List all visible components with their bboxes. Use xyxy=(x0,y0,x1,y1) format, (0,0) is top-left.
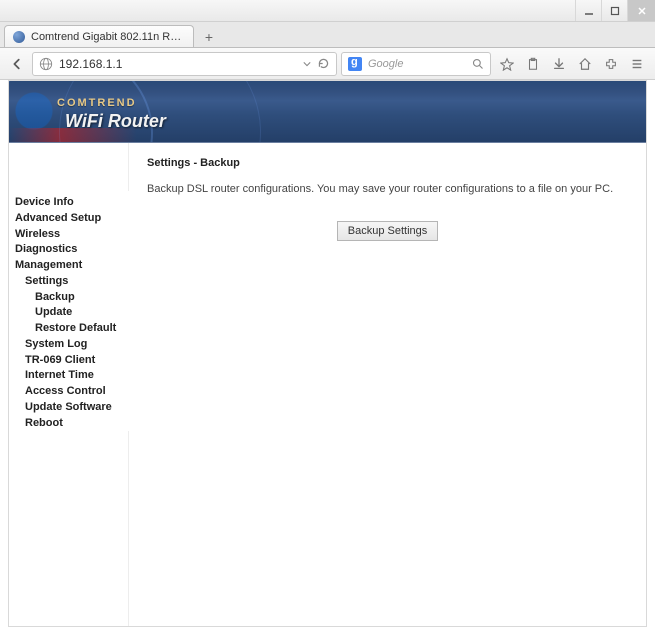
home-icon[interactable] xyxy=(573,53,597,75)
sidebar-item-system-log[interactable]: System Log xyxy=(15,337,133,353)
bookmark-icon[interactable] xyxy=(495,53,519,75)
tab-strip: Comtrend Gigabit 802.11n Router + xyxy=(0,22,655,48)
search-icon[interactable] xyxy=(472,58,484,70)
sidebar-item-advanced-setup[interactable]: Advanced Setup xyxy=(15,211,133,227)
backup-settings-button[interactable]: Backup Settings xyxy=(337,221,439,241)
reload-icon[interactable] xyxy=(317,57,330,70)
sidebar-item-backup[interactable]: Backup xyxy=(15,290,133,306)
sidebar-item-management[interactable]: Management xyxy=(15,258,133,274)
window-minimize-button[interactable] xyxy=(575,0,601,21)
addon-icon[interactable] xyxy=(599,53,623,75)
product-name: WiFi Router xyxy=(65,111,166,132)
sidebar-item-internet-time[interactable]: Internet Time xyxy=(15,368,133,384)
browser-toolbar: 192.168.1.1 Google xyxy=(0,48,655,80)
sidebar-nav: Device InfoAdvanced SetupWirelessDiagnos… xyxy=(9,191,139,431)
main-panel: Settings - Backup Backup DSL router conf… xyxy=(129,143,646,626)
sidebar-item-wireless[interactable]: Wireless xyxy=(15,227,133,243)
browser-tab[interactable]: Comtrend Gigabit 802.11n Router xyxy=(4,25,194,47)
menu-icon[interactable] xyxy=(625,53,649,75)
dropdown-icon[interactable] xyxy=(303,60,311,68)
clipboard-icon[interactable] xyxy=(521,53,545,75)
sidebar-item-access-control[interactable]: Access Control xyxy=(15,384,133,400)
window-maximize-button[interactable] xyxy=(601,0,627,21)
window-close-button[interactable] xyxy=(627,0,655,21)
url-text[interactable]: 192.168.1.1 xyxy=(59,57,297,71)
window-titlebar xyxy=(0,0,655,22)
page-description: Backup DSL router configurations. You ma… xyxy=(147,183,628,195)
search-box[interactable]: Google xyxy=(341,52,491,76)
page-heading: Settings - Backup xyxy=(147,157,628,169)
tab-favicon xyxy=(13,31,25,43)
page-viewport: COMTREND WiFi Router Settings - Backup B… xyxy=(0,80,655,633)
url-bar[interactable]: 192.168.1.1 xyxy=(32,52,337,76)
new-tab-button[interactable]: + xyxy=(198,27,220,47)
brand-name: COMTREND xyxy=(57,97,137,109)
downloads-icon[interactable] xyxy=(547,53,571,75)
tab-title: Comtrend Gigabit 802.11n Router xyxy=(31,31,185,43)
back-button[interactable] xyxy=(6,53,28,75)
sidebar-item-reboot[interactable]: Reboot xyxy=(15,416,133,432)
sidebar-item-update[interactable]: Update xyxy=(15,305,133,321)
router-banner: COMTREND WiFi Router xyxy=(9,81,646,143)
sidebar-item-restore-default[interactable]: Restore Default xyxy=(15,321,133,337)
sidebar-item-tr-069-client[interactable]: TR-069 Client xyxy=(15,353,133,369)
search-placeholder: Google xyxy=(368,58,466,70)
sidebar-item-update-software[interactable]: Update Software xyxy=(15,400,133,416)
globe-icon xyxy=(39,57,53,71)
sidebar-item-settings[interactable]: Settings xyxy=(15,274,133,290)
sidebar-item-device-info[interactable]: Device Info xyxy=(15,195,133,211)
google-icon xyxy=(348,57,362,71)
sidebar-item-diagnostics[interactable]: Diagnostics xyxy=(15,242,133,258)
